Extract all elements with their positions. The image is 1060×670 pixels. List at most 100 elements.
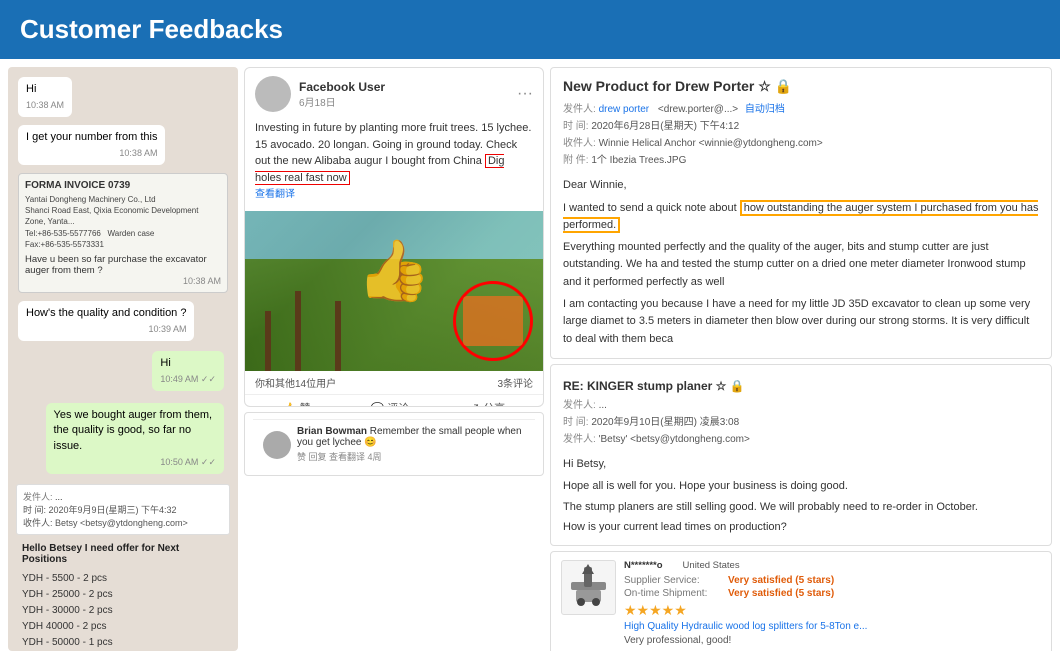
email-attach-value: 1个 Ibezia Trees.JPG — [591, 155, 686, 166]
chat-message-6: Yes we bought auger from them, the quali… — [46, 403, 225, 474]
middle-panel: Facebook User 6月18日 ··· Investing in fut… — [244, 67, 544, 651]
invoice-body: Have u been so far purchase the excavato… — [25, 254, 221, 276]
fb-like-button[interactable]: 👍 赞 — [283, 400, 311, 408]
excavator-circle — [453, 281, 533, 361]
fb-comment-item: Brian Bowman Remember the small people w… — [253, 419, 535, 469]
page-header: Customer Feedbacks — [0, 0, 1060, 59]
fb-actions-bar[interactable]: 👍 赞 💬 评论 ↗ 分享 — [245, 394, 543, 408]
invoice-title: FORMA INVOICE 0739 — [25, 180, 221, 191]
order-item-4: YDH 40000 - 2 pcs — [22, 619, 224, 635]
re-p2: The stump planers are still selling good… — [563, 499, 1039, 517]
re-email-body: Hi Betsy, Hope all is well for you. Hope… — [563, 456, 1039, 536]
order-item-1: YDH - 5500 - 2 pcs — [22, 571, 224, 587]
email-body: Dear Winnie, I wanted to send a quick no… — [563, 177, 1039, 348]
fb-menu-dots[interactable]: ··· — [517, 85, 533, 103]
order-item-3: YDH - 30000 - 2 pcs — [22, 603, 224, 619]
email-p1: I wanted to send a quick note about how … — [563, 200, 1039, 235]
service-label-1: Supplier Service: — [624, 575, 724, 586]
fb-likes-bar: 你和其他14位用户 3条评论 — [245, 371, 543, 394]
review-user-info-1: N*******o United States — [624, 560, 1041, 571]
service-value-1: Very satisfied (5 stars) — [728, 575, 834, 586]
splitter-icon — [566, 562, 611, 612]
email-meta: 发件人: drew porter <drew.porter@...> 自动归档 … — [563, 101, 1039, 169]
fb-comment-button[interactable]: 💬 评论 — [370, 400, 409, 408]
chat-message-4: How's the quality and condition ? 10:39 … — [18, 301, 194, 341]
email-snippet-left: 发件人: ... 时 间: 2020年9月9日(星期三) 下午4:32 收件人:… — [16, 484, 230, 535]
chat-message-1: Hi 10:38 AM — [18, 77, 72, 117]
chat-text-6: Yes we bought auger from them, the quali… — [54, 409, 213, 452]
chat-time-1: 10:38 AM — [26, 99, 64, 112]
chat-time-4: 10:39 AM — [26, 323, 186, 336]
fb-comments-count: 3条评论 — [497, 375, 533, 390]
re-greeting: Hi Betsy, — [563, 456, 1039, 474]
fb-likes-count: 你和其他14位用户 — [255, 375, 336, 390]
email-date-value: 2020年6月28日(星期天) 下午4:12 — [591, 121, 739, 132]
chat-container: Hi 10:38 AM I get your number from this … — [8, 67, 238, 651]
right-panel: New Product for Drew Porter ☆ 🔒 发件人: dre… — [550, 67, 1052, 651]
fb-comment-username: Brian Bowman — [297, 426, 367, 437]
email-date: 时 间: 2020年9月9日(星期三) 下午4:32 — [23, 503, 223, 516]
page-wrapper: Customer Feedbacks Hi 10:38 AM I get you… — [0, 0, 1060, 659]
fb-comment-text: Brian Bowman Remember the small people w… — [297, 426, 525, 463]
fb-comment-actions: 赞 回复 查看翻译 4周 — [297, 450, 525, 463]
review-user-id-1: N*******o — [624, 560, 663, 571]
fb-translate-link[interactable]: 查看翻译 — [255, 189, 295, 200]
email-from-label: 发件人: ... — [23, 490, 223, 503]
thumbs-up-icon: 👍 — [357, 235, 432, 306]
order-item-2: YDH - 25000 - 2 pcs — [22, 587, 224, 603]
fb-username: Facebook User — [299, 80, 385, 94]
order-greeting: Hello Betsey I need offer for Next Posit… — [14, 539, 232, 567]
review-product-image-1 — [561, 560, 616, 615]
email-to: 收件人: Betsy <betsy@ytdongheng.com> — [23, 516, 223, 529]
review-product-title-1: High Quality Hydraulic wood log splitter… — [624, 621, 1041, 632]
fb-post-header: Facebook User 6月18日 ··· — [245, 68, 543, 120]
chat-text-1: Hi — [26, 83, 36, 95]
order-list: YDH - 5500 - 2 pcs YDH - 25000 - 2 pcs Y… — [14, 567, 232, 651]
re-date: 2020年9月10日(星期四) 凌晨3:08 — [591, 417, 739, 428]
email-main-title: New Product for Drew Porter ☆ 🔒 — [563, 78, 1039, 95]
order-item-5: YDH - 50000 - 1 pcs — [22, 635, 224, 651]
email-from-link[interactable]: drew porter — [599, 104, 650, 115]
fb-post-image: 👍 — [245, 211, 543, 371]
facebook-post: Facebook User 6月18日 ··· Investing in fut… — [244, 67, 544, 407]
ontime-label-1: On-time Shipment: — [624, 588, 724, 599]
chat-hi-right: Hi 10:49 AM ✓✓ — [152, 351, 224, 391]
re-email-title: RE: KINGER stump planer ☆ 🔒 — [563, 379, 1039, 393]
re-from: ... — [599, 400, 607, 411]
re-p1: Hope all is well for you. Hope your busi… — [563, 478, 1039, 496]
email-from-email: <drew.porter@...> — [658, 104, 741, 115]
chat-message-2: I get your number from this 10:38 AM — [18, 125, 165, 165]
review-country-1: United States — [683, 560, 740, 571]
email-panel-re: RE: KINGER stump planer ☆ 🔒 发件人: ... 时 间… — [550, 364, 1052, 545]
email-to-value: Winnie Helical Anchor <winnie@ytdongheng… — [599, 138, 823, 149]
review-service-row-1: Supplier Service: Very satisfied (5 star… — [624, 575, 1041, 586]
left-panel: Hi 10:38 AM I get your number from this … — [8, 67, 238, 651]
fb-comment-section: Brian Bowman Remember the small people w… — [244, 412, 544, 476]
review-card-1: N*******o United States Supplier Service… — [550, 551, 1052, 651]
page-title: Customer Feedbacks — [20, 14, 283, 45]
chat-hi-right-wrapper: Hi 10:49 AM ✓✓ — [14, 345, 232, 397]
main-content: Hi 10:38 AM I get your number from this … — [0, 59, 1060, 659]
chat-time-6: 10:50 AM ✓✓ — [54, 456, 217, 469]
excavator-image — [463, 296, 523, 346]
email-p3: I am contacting you because I have a nee… — [563, 296, 1039, 349]
re-to: 'Betsy' <betsy@ytdongheng.com> — [599, 434, 750, 445]
chat-text-2: I get your number from this — [26, 131, 157, 143]
fb-comment-avatar — [263, 431, 291, 459]
invoice-box: FORMA INVOICE 0739 Yantai Dongheng Machi… — [18, 173, 228, 293]
re-p3: How is your current lead times on produc… — [563, 519, 1039, 537]
email-panel-main: New Product for Drew Porter ☆ 🔒 发件人: dre… — [550, 67, 1052, 359]
re-email-meta: 发件人: ... 时 间: 2020年9月10日(星期四) 凌晨3:08 发件人… — [563, 397, 1039, 448]
fb-post-text: Investing in future by planting more fru… — [245, 120, 543, 211]
chat-reply-wrapper: Yes we bought auger from them, the quali… — [14, 397, 232, 480]
fb-date: 6月18日 — [299, 94, 385, 109]
chat-time-2: 10:38 AM — [26, 147, 157, 160]
review-stars-1: ★★★★★ — [624, 602, 1041, 619]
email-greeting: Dear Winnie, — [563, 177, 1039, 195]
chat-text-4: How's the quality and condition ? — [26, 307, 186, 319]
fb-avatar — [255, 76, 291, 112]
review-comment-1: Very professional, good! — [624, 635, 1041, 646]
reviews-panel: N*******o United States Supplier Service… — [550, 551, 1052, 651]
review-ontime-row-1: On-time Shipment: Very satisfied (5 star… — [624, 588, 1041, 599]
fb-share-button[interactable]: ↗ 分享 — [469, 400, 505, 408]
